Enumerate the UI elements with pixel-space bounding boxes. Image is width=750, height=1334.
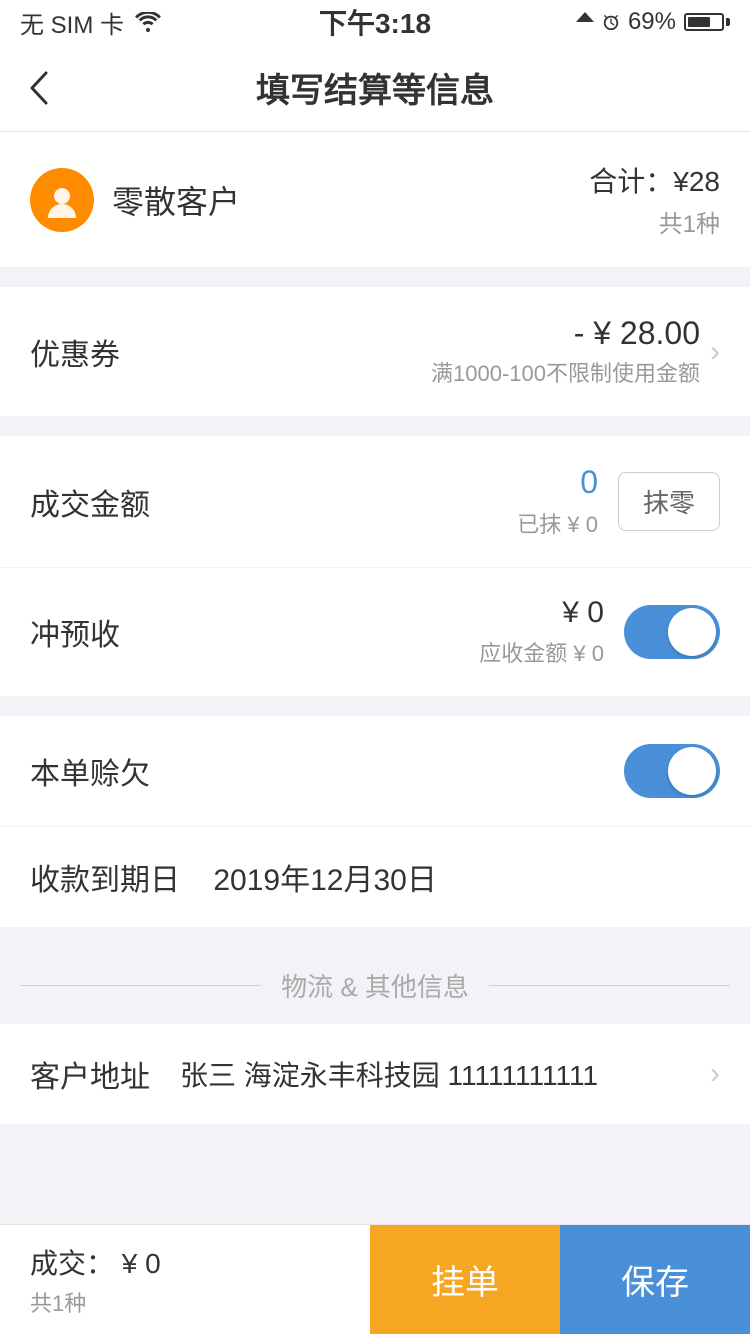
customer-total: 合计：¥28: [589, 160, 720, 200]
summary-value: ¥ 0: [122, 1248, 161, 1279]
customer-info: 零散客户: [30, 168, 240, 232]
address-row[interactable]: 客户地址 张三 海淀永丰科技园 11111111111 ›: [0, 1024, 750, 1124]
due-date-label: 收款到期日: [30, 864, 180, 897]
summary-label: 成交：: [30, 1248, 114, 1279]
transaction-section: 成交金额 0 已抹 ¥ 0 抹零 冲预收 ¥ 0 应收金额 ¥ 0: [0, 436, 750, 696]
page-title: 填写结算等信息: [256, 63, 494, 112]
status-bar-time: 下午3:18: [319, 2, 431, 42]
address-label: 客户地址: [30, 1052, 150, 1096]
prepaid-row: 冲预收 ¥ 0 应收金额 ¥ 0: [0, 568, 750, 696]
due-date-value: 2019年12月30日: [213, 864, 436, 897]
logistics-divider: 物流 & 其他信息: [0, 947, 750, 1024]
wifi-icon: [134, 12, 162, 32]
summary-top: 成交： ¥ 0: [30, 1242, 340, 1282]
status-bar: 无 SIM 卡 下午3:18 69%: [0, 0, 750, 44]
customer-avatar: [30, 168, 94, 232]
debt-section: 本单赊欠 收款到期日 2019年12月30日: [0, 716, 750, 927]
chevron-right-icon: ›: [710, 335, 720, 369]
coupon-value: - ¥ 28.00 满1000-100不限制使用金额: [431, 315, 700, 388]
coupon-desc: 满1000-100不限制使用金额: [431, 356, 700, 388]
prepaid-toggle[interactable]: [624, 605, 720, 659]
back-button[interactable]: [28, 69, 50, 107]
address-chevron-icon: ›: [710, 1057, 720, 1091]
divider-line-left: [20, 985, 261, 986]
coupon-amount: - ¥ 28.00: [431, 315, 700, 352]
customer-total-section: 合计：¥28 共1种: [589, 160, 720, 239]
customer-card: 零散客户 合计：¥28 共1种: [0, 132, 750, 267]
divider-line-right: [489, 985, 730, 986]
coupon-card[interactable]: 优惠券 - ¥ 28.00 满1000-100不限制使用金额 ›: [0, 287, 750, 416]
summary-count: 共1种: [30, 1286, 340, 1318]
status-bar-left: 无 SIM 卡: [20, 5, 162, 40]
transaction-label: 成交金额: [30, 480, 150, 524]
pending-button[interactable]: 挂单: [370, 1225, 560, 1334]
address-section[interactable]: 客户地址 张三 海淀永丰科技园 11111111111 ›: [0, 1024, 750, 1124]
bottom-bar: 成交： ¥ 0 共1种 挂单 保存: [0, 1224, 750, 1334]
nav-bar: 填写结算等信息: [0, 44, 750, 132]
transaction-value: 0: [517, 464, 598, 501]
status-bar-right: 69%: [576, 8, 730, 36]
debt-row: 本单赊欠: [0, 716, 750, 826]
content-area: 零散客户 合计：¥28 共1种 优惠券 - ¥ 28.00 满1000-100不…: [0, 132, 750, 1264]
due-date-row: 收款到期日 2019年12月30日: [0, 826, 750, 927]
coupon-row[interactable]: 优惠券 - ¥ 28.00 满1000-100不限制使用金额 ›: [0, 287, 750, 416]
prepaid-amount: ¥ 0: [479, 596, 604, 630]
prepaid-right: ¥ 0 应收金额 ¥ 0: [479, 596, 720, 668]
coupon-label: 优惠券: [30, 330, 120, 374]
transaction-sub: 已抹 ¥ 0: [517, 507, 598, 539]
logistics-label: 物流 & 其他信息: [281, 967, 469, 1004]
coupon-right: - ¥ 28.00 满1000-100不限制使用金额 ›: [431, 315, 720, 388]
address-value: 张三 海淀永丰科技园 11111111111: [180, 1054, 680, 1094]
save-button[interactable]: 保存: [560, 1225, 750, 1334]
bottom-summary: 成交： ¥ 0 共1种: [0, 1242, 370, 1318]
battery-icon: [684, 13, 730, 31]
prepaid-label: 冲预收: [30, 610, 120, 654]
due-date-text: 收款到期日 2019年12月30日: [30, 864, 437, 897]
location-icon: [576, 12, 594, 32]
transaction-row: 成交金额 0 已抹 ¥ 0 抹零: [0, 436, 750, 568]
round-off-button[interactable]: 抹零: [618, 472, 720, 531]
transaction-right: 0 已抹 ¥ 0 抹零: [517, 464, 720, 539]
customer-row: 零散客户 合计：¥28 共1种: [0, 132, 750, 267]
transaction-value-col: 0 已抹 ¥ 0: [517, 464, 598, 539]
debt-label: 本单赊欠: [30, 749, 150, 793]
no-sim-label: 无 SIM 卡: [20, 5, 124, 40]
customer-count: 共1种: [589, 204, 720, 239]
debt-toggle[interactable]: [624, 744, 720, 798]
alarm-icon: [602, 12, 620, 32]
battery-label: 69%: [628, 8, 676, 36]
customer-name: 零散客户: [112, 177, 240, 223]
prepaid-value-col: ¥ 0 应收金额 ¥ 0: [479, 596, 604, 668]
prepaid-sub: 应收金额 ¥ 0: [479, 636, 604, 668]
